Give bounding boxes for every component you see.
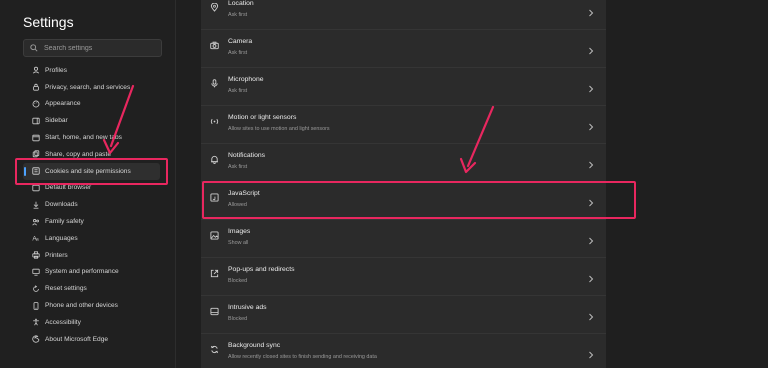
- sidebar-item-downloads[interactable]: Downloads: [23, 196, 168, 213]
- chevron-right-icon: [588, 80, 594, 93]
- download-icon: [31, 200, 40, 209]
- permission-row-background-sync[interactable]: Background sync Allow recently closed si…: [201, 334, 606, 368]
- chevron-right-icon: [588, 4, 594, 17]
- sync-icon: [210, 345, 219, 354]
- highlight-box-cookies: [15, 158, 168, 185]
- sidebar-item-sidebar[interactable]: Sidebar: [23, 112, 168, 129]
- sidebar-item-label: About Microsoft Edge: [45, 335, 109, 343]
- highlight-box-javascript: [202, 181, 636, 219]
- sidebar-item-label: Start, home, and new tabs: [45, 134, 122, 142]
- language-icon: Aa: [31, 234, 40, 243]
- image-icon: [210, 231, 219, 240]
- chevron-right-icon: [588, 232, 594, 245]
- permission-row-popups[interactable]: Pop-ups and redirects Blocked: [201, 258, 606, 296]
- sidebar-nav: Profiles Privacy, search, and services A…: [23, 62, 168, 348]
- permission-row-motion-sensors[interactable]: Motion or light sensors Allow sites to u…: [201, 106, 606, 144]
- permission-status: Ask first: [228, 88, 248, 94]
- phone-icon: [31, 301, 40, 310]
- microphone-icon: [210, 79, 219, 88]
- sidebar-item-profiles[interactable]: Profiles: [23, 62, 168, 79]
- system-icon: [31, 267, 40, 276]
- palette-icon: [31, 99, 40, 108]
- permission-title: Microphone: [228, 76, 264, 83]
- permission-status: Allow recently closed sites to finish se…: [228, 354, 377, 360]
- page-title: Settings: [23, 14, 74, 30]
- search-icon: [30, 44, 38, 52]
- permission-status: Ask first: [228, 12, 248, 18]
- svg-text:a: a: [36, 238, 39, 243]
- sidebar-item-start-home[interactable]: Start, home, and new tabs: [23, 129, 168, 146]
- permission-status: Blocked: [228, 278, 248, 284]
- permission-status: Ask first: [228, 164, 248, 170]
- permission-status: Allow sites to use motion and light sens…: [228, 126, 330, 132]
- sidebar-item-system[interactable]: System and performance: [23, 264, 168, 281]
- permission-title: Images: [228, 228, 251, 235]
- permission-title: Notifications: [228, 152, 266, 159]
- sidebar-item-label: System and performance: [45, 268, 119, 276]
- permission-status: Show all: [228, 240, 249, 246]
- reset-icon: [31, 284, 40, 293]
- sidebar-item-family-safety[interactable]: Family safety: [23, 213, 168, 230]
- chevron-right-icon: [588, 308, 594, 321]
- permission-title: Location: [228, 0, 254, 7]
- accessibility-icon: [31, 318, 40, 327]
- sidebar-item-label: Share, copy and paste: [45, 150, 111, 158]
- permission-row-camera[interactable]: Camera Ask first: [201, 30, 606, 68]
- lock-icon: [31, 83, 40, 92]
- sidebar-item-label: Default browser: [45, 184, 92, 192]
- permission-row-notifications[interactable]: Notifications Ask first: [201, 144, 606, 182]
- sidebar-item-appearance[interactable]: Appearance: [23, 96, 168, 113]
- profile-icon: [31, 66, 40, 75]
- chevron-right-icon: [588, 270, 594, 283]
- permission-title: Camera: [228, 38, 253, 45]
- sidebar-item-label: Privacy, search, and services: [45, 83, 131, 91]
- permission-title: Intrusive ads: [228, 304, 267, 311]
- bell-icon: [210, 155, 219, 164]
- permission-title: Background sync: [228, 342, 281, 349]
- sidebar-item-label: Accessibility: [45, 318, 81, 326]
- sidebar-item-about[interactable]: About Microsoft Edge: [23, 331, 168, 348]
- chevron-right-icon: [588, 42, 594, 55]
- sidebar-item-label: Phone and other devices: [45, 302, 118, 310]
- sidebar-item-label: Appearance: [45, 100, 81, 108]
- sidebar-icon: [31, 116, 40, 125]
- sidebar-item-label: Printers: [45, 251, 68, 259]
- sidebar-item-accessibility[interactable]: Accessibility: [23, 314, 168, 331]
- chevron-right-icon: [588, 118, 594, 131]
- permission-status: Ask first: [228, 50, 248, 56]
- chevron-right-icon: [588, 346, 594, 359]
- chevron-right-icon: [588, 156, 594, 169]
- search-box[interactable]: [23, 39, 162, 57]
- sidebar-item-reset[interactable]: Reset settings: [23, 280, 168, 297]
- sidebar-item-label: Sidebar: [45, 117, 68, 125]
- sensor-icon: [210, 117, 219, 126]
- sidebar-item-label: Profiles: [45, 66, 67, 74]
- permission-row-microphone[interactable]: Microphone Ask first: [201, 68, 606, 106]
- printer-icon: [31, 251, 40, 260]
- sidebar-item-label: Languages: [45, 234, 78, 242]
- popup-icon: [210, 269, 219, 278]
- permission-row-location[interactable]: Location Ask first: [201, 0, 606, 30]
- sidebar-item-printers[interactable]: Printers: [23, 247, 168, 264]
- sidebar-item-label: Family safety: [45, 218, 84, 226]
- edge-icon: [31, 335, 40, 344]
- ads-icon: [210, 307, 219, 316]
- family-icon: [31, 217, 40, 226]
- sidebar-item-privacy[interactable]: Privacy, search, and services: [23, 79, 168, 96]
- permission-row-intrusive-ads[interactable]: Intrusive ads Blocked: [201, 296, 606, 334]
- permission-title: Pop-ups and redirects: [228, 266, 295, 273]
- permission-title: Motion or light sensors: [228, 114, 297, 121]
- sidebar-item-label: Downloads: [45, 201, 78, 209]
- sidebar-item-label: Reset settings: [45, 285, 87, 293]
- camera-icon: [210, 41, 219, 50]
- sidebar-item-phone[interactable]: Phone and other devices: [23, 297, 168, 314]
- permission-status: Blocked: [228, 316, 248, 322]
- permission-row-images[interactable]: Images Show all: [201, 220, 606, 258]
- location-icon: [210, 3, 219, 12]
- home-icon: [31, 133, 40, 142]
- search-input[interactable]: [44, 44, 154, 52]
- sidebar-item-languages[interactable]: Aa Languages: [23, 230, 168, 247]
